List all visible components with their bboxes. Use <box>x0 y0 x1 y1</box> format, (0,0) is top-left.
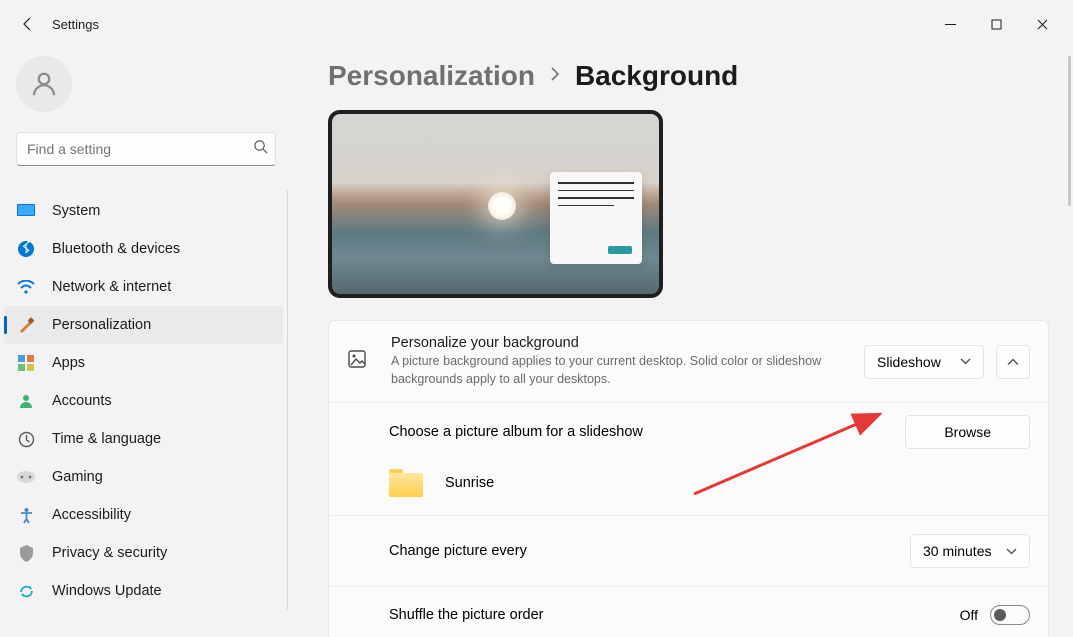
accessibility-icon <box>16 505 36 525</box>
shuffle-label: Shuffle the picture order <box>389 607 960 623</box>
nav-label: Windows Update <box>52 583 162 599</box>
nav-label: Privacy & security <box>52 545 167 561</box>
interval-dropdown[interactable]: 30 minutes <box>910 534 1030 568</box>
sidebar-item-personalization[interactable]: Personalization <box>4 306 283 344</box>
nav-label: Apps <box>52 355 85 371</box>
nav-label: Gaming <box>52 469 103 485</box>
minimize-button[interactable] <box>927 8 973 40</box>
chevron-up-icon <box>1007 358 1019 366</box>
image-icon <box>347 349 369 374</box>
nav-label: Time & language <box>52 431 161 447</box>
search-input[interactable] <box>16 132 276 166</box>
desktop-preview <box>328 110 663 298</box>
shuffle-toggle[interactable] <box>990 605 1030 625</box>
maximize-button[interactable] <box>973 8 1019 40</box>
dropdown-value: Slideshow <box>877 354 941 370</box>
search-box[interactable] <box>16 132 276 166</box>
breadcrumb-parent[interactable]: Personalization <box>328 60 535 92</box>
personalize-bg-title: Personalize your background <box>391 335 864 351</box>
breadcrumb-current: Background <box>575 60 738 92</box>
chevron-down-icon <box>1006 548 1017 555</box>
person-icon <box>16 391 36 411</box>
user-info <box>84 64 276 104</box>
sidebar-item-time-language[interactable]: Time & language <box>4 420 283 458</box>
sidebar-item-gaming[interactable]: Gaming <box>4 458 283 496</box>
chevron-down-icon <box>960 358 971 365</box>
avatar <box>16 56 72 112</box>
nav-label: Bluetooth & devices <box>52 241 180 257</box>
toggle-state-label: Off <box>960 607 978 623</box>
gaming-icon <box>16 467 36 487</box>
folder-icon <box>389 469 423 497</box>
paintbrush-icon <box>16 315 36 335</box>
chevron-right-icon <box>549 66 561 87</box>
change-picture-label: Change picture every <box>389 543 910 559</box>
choose-album-label: Choose a picture album for a slideshow <box>389 424 905 440</box>
browse-button[interactable]: Browse <box>905 415 1030 449</box>
folder-name: Sunrise <box>445 475 494 491</box>
back-button[interactable] <box>8 4 48 44</box>
collapse-button[interactable] <box>996 345 1030 379</box>
sidebar-item-apps[interactable]: Apps <box>4 344 283 382</box>
sidebar-item-system[interactable]: System <box>4 192 283 230</box>
update-icon <box>16 581 36 601</box>
nav-label: Network & internet <box>52 279 171 295</box>
background-type-dropdown[interactable]: Slideshow <box>864 345 984 379</box>
main-content: Personalization Background Personalize y… <box>300 48 1073 637</box>
bluetooth-icon <box>16 239 36 259</box>
scrollbar-thumb[interactable] <box>1068 56 1071 206</box>
nav-label: Accounts <box>52 393 112 409</box>
wifi-icon <box>16 277 36 297</box>
system-icon <box>16 201 36 221</box>
nav-label: Accessibility <box>52 507 131 523</box>
sidebar-item-privacy[interactable]: Privacy & security <box>4 534 283 572</box>
nav-label: Personalization <box>52 317 151 333</box>
close-button[interactable] <box>1019 8 1065 40</box>
search-icon <box>253 139 268 159</box>
sidebar-item-network[interactable]: Network & internet <box>4 268 283 306</box>
dropdown-value: 30 minutes <box>923 543 991 559</box>
sidebar-item-windows-update[interactable]: Windows Update <box>4 572 283 610</box>
sidebar: System Bluetooth & devices Network & int… <box>0 48 300 637</box>
clock-icon <box>16 429 36 449</box>
app-title: Settings <box>52 17 99 32</box>
nav-label: System <box>52 203 100 219</box>
sidebar-item-bluetooth[interactable]: Bluetooth & devices <box>4 230 283 268</box>
sidebar-item-accounts[interactable]: Accounts <box>4 382 283 420</box>
background-settings-card: Personalize your background A picture ba… <box>328 320 1049 637</box>
personalize-bg-subtitle: A picture background applies to your cur… <box>391 353 861 388</box>
titlebar: Settings <box>0 0 1073 48</box>
apps-icon <box>16 353 36 373</box>
shield-icon <box>16 543 36 563</box>
user-account[interactable] <box>4 48 288 120</box>
breadcrumb: Personalization Background <box>328 60 1049 92</box>
sidebar-item-accessibility[interactable]: Accessibility <box>4 496 283 534</box>
selected-folder[interactable]: Sunrise <box>329 461 1048 515</box>
